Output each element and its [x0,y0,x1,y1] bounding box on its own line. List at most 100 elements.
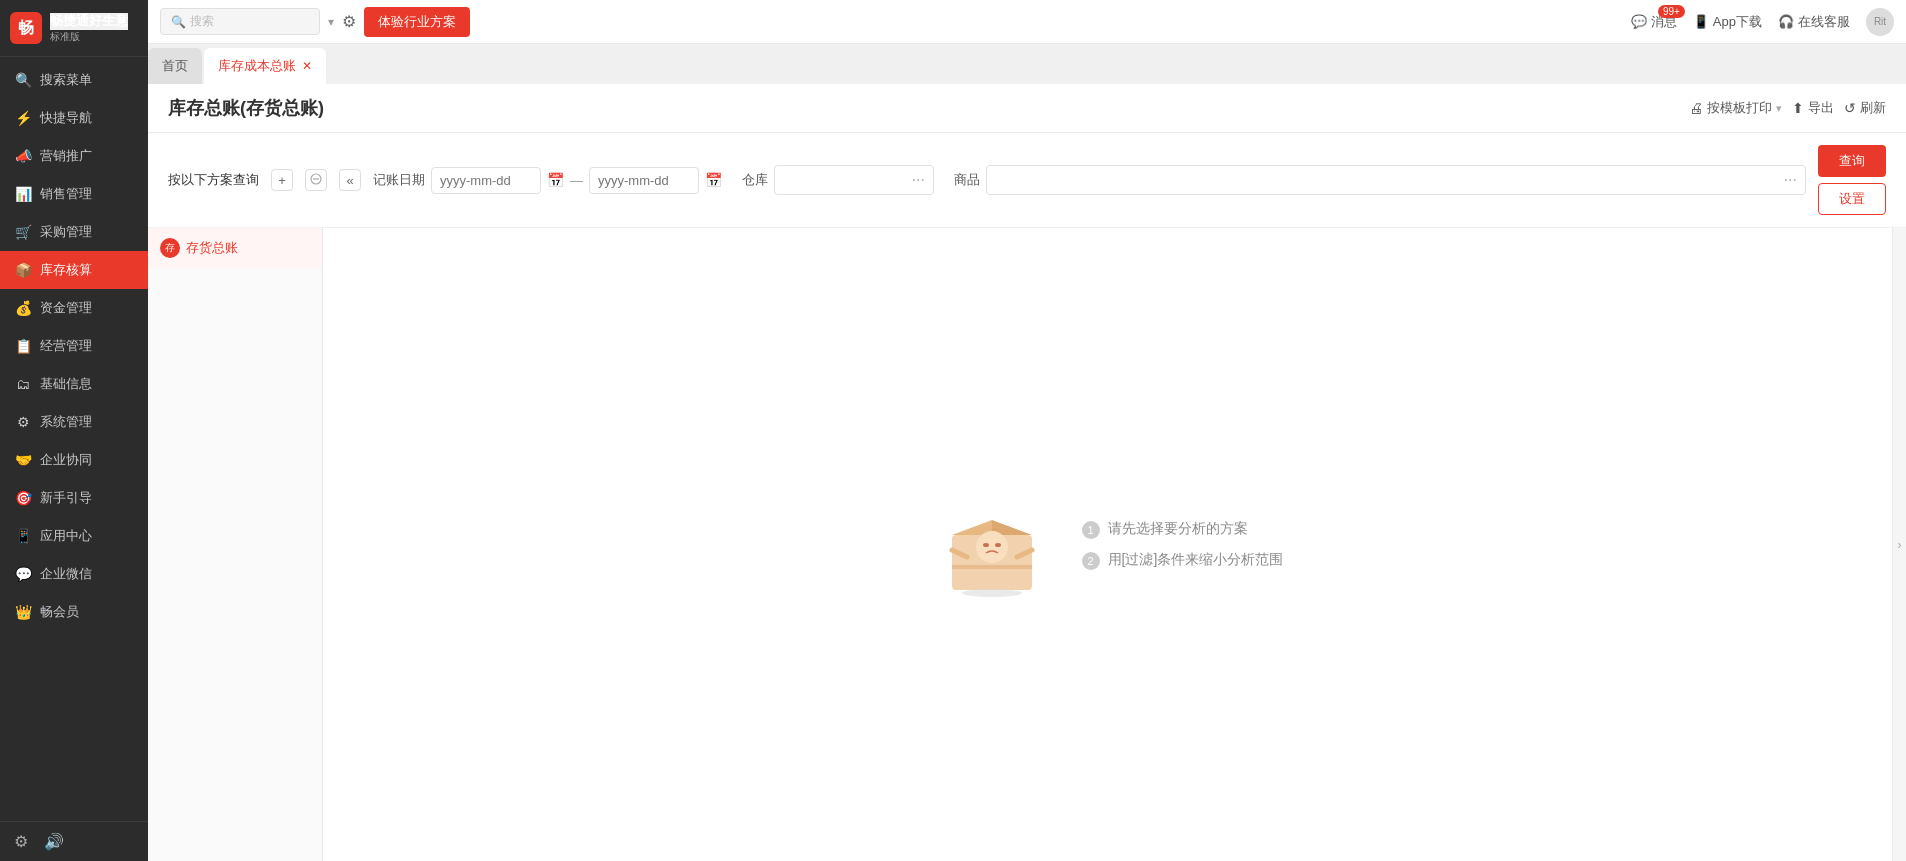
sidebar-item-inventory[interactable]: 📦 库存核算 [0,251,148,289]
hint-number-1: 1 [1082,521,1100,539]
main-area: 🔍 搜索 ▾ ⚙ 体验行业方案 💬 消息 99+ 📱 App下载 🎧 在线客服 … [148,0,1906,861]
refresh-btn[interactable]: ↺ 刷新 [1844,99,1886,117]
sidebar-bottom: ⚙ 🔊 [0,821,148,861]
sidebar-item-search[interactable]: 🔍 搜索菜单 [0,61,148,99]
warehouse-more-icon[interactable]: ··· [912,171,925,189]
sidebar-item-sales[interactable]: 📊 销售管理 [0,175,148,213]
topbar-settings-icon[interactable]: ⚙ [342,12,356,31]
menu-label-quick-nav: 快捷导航 [40,109,92,127]
empty-hint-1: 1 请先选择要分析的方案 [1082,520,1284,539]
print-template-label: 按模板打印 [1707,99,1772,117]
menu-label-finance: 资金管理 [40,299,92,317]
warehouse-select[interactable]: ··· [774,165,934,195]
svg-point-11 [962,589,1022,597]
menu-icon-finance: 💰 [14,299,32,317]
topbar-search-box[interactable]: 🔍 搜索 [160,8,320,35]
svg-point-6 [976,531,1008,563]
filter-del-btn[interactable] [305,169,327,191]
menu-icon-sales: 📊 [14,185,32,203]
message-badge: 99+ [1658,5,1685,18]
topbar-chevron-icon[interactable]: ▾ [328,15,334,29]
product-more-icon[interactable]: ··· [1784,171,1797,189]
topbar-right: 💬 消息 99+ 📱 App下载 🎧 在线客服 Rit [1631,8,1894,36]
app-download-icon: 📱 [1693,14,1709,29]
filter-del-icon [310,173,322,188]
filter-label: 按以下方案查询 [168,171,259,189]
tab-home[interactable]: 首页 [148,48,202,84]
date-separator: — [570,173,583,188]
menu-label-newbie: 新手引导 [40,489,92,507]
industry-btn[interactable]: 体验行业方案 [364,7,470,37]
sidebar-menu: 🔍 搜索菜单 ⚡ 快捷导航 📣 营销推广 📊 销售管理 🛒 采购管理 📦 库存核… [0,57,148,821]
sidebar-item-system[interactable]: ⚙ 系统管理 [0,403,148,441]
tab-inventory-ledger[interactable]: 库存成本总账✕ [204,48,326,84]
filter-row: 记账日期 📅 — 📅 仓库 ··· 商品 ··· [373,165,1806,195]
filter-collapse-btn[interactable]: « [339,169,361,191]
scheme-panel: 存 存货总账 [148,228,323,861]
hint-text-1: 请先选择要分析的方案 [1108,520,1248,538]
menu-icon-newbie: 🎯 [14,489,32,507]
menu-icon-system: ⚙ [14,413,32,431]
main-content: 1 请先选择要分析的方案 2 用[过滤]条件来缩小分析范围 [323,228,1892,861]
product-filter-label: 商品 [954,171,980,189]
sidebar-item-basic[interactable]: 🗂 基础信息 [0,365,148,403]
sidebar-item-marketing[interactable]: 📣 营销推广 [0,137,148,175]
sidebar-item-operations[interactable]: 📋 经营管理 [0,327,148,365]
print-chevron-icon[interactable]: ▾ [1776,102,1782,115]
menu-label-apps: 应用中心 [40,527,92,545]
menu-icon-operations: 📋 [14,337,32,355]
topbar-online-service[interactable]: 🎧 在线客服 [1778,13,1850,31]
search-placeholder-text: 搜索 [190,13,214,30]
print-template-btn[interactable]: 🖨 按模板打印 ▾ [1689,99,1782,117]
collapse-icon: « [346,173,353,188]
tab-close-inventory-ledger[interactable]: ✕ [302,59,312,73]
settings-bottom-icon[interactable]: ⚙ [14,832,28,851]
menu-label-system: 系统管理 [40,413,92,431]
hint-number-2: 2 [1082,552,1100,570]
topbar-message[interactable]: 💬 消息 99+ [1631,13,1677,31]
topbar-app-download[interactable]: 📱 App下载 [1693,13,1762,31]
scheme-item-inventory-ledger[interactable]: 存 存货总账 [148,228,322,268]
export-btn[interactable]: ⬆ 导出 [1792,99,1834,117]
svg-rect-5 [952,565,1032,569]
menu-label-inventory: 库存核算 [40,261,92,279]
date-end-input[interactable] [589,167,699,194]
sidebar-item-corp[interactable]: 🤝 企业协同 [0,441,148,479]
calendar-end-icon[interactable]: 📅 [705,172,722,188]
menu-icon-corp: 🤝 [14,451,32,469]
sidebar-item-purchase[interactable]: 🛒 采购管理 [0,213,148,251]
headset-icon: 🎧 [1778,14,1794,29]
sidebar-item-member[interactable]: 👑 畅会员 [0,593,148,631]
user-avatar[interactable]: Rit [1866,8,1894,36]
refresh-icon: ↺ [1844,100,1856,116]
logo-text: 畅捷通好生意 标准版 [50,13,128,43]
menu-icon-inventory: 📦 [14,261,32,279]
svg-point-7 [983,543,989,547]
empty-hints: 1 请先选择要分析的方案 2 用[过滤]条件来缩小分析范围 [1082,520,1284,570]
date-start-input[interactable] [431,167,541,194]
right-collapse-btn[interactable]: › [1892,228,1906,861]
volume-bottom-icon[interactable]: 🔊 [44,832,64,851]
scheme-icon-inventory-ledger: 存 [160,238,180,258]
query-btn[interactable]: 查询 [1818,145,1886,177]
calendar-start-icon[interactable]: 📅 [547,172,564,188]
right-arrow-icon: › [1898,538,1902,552]
sidebar-item-quick-nav[interactable]: ⚡ 快捷导航 [0,99,148,137]
empty-illustration [932,485,1052,605]
warehouse-filter-label: 仓库 [742,171,768,189]
sidebar-item-wechat[interactable]: 💬 企业微信 [0,555,148,593]
menu-icon-quick-nav: ⚡ [14,109,32,127]
menu-label-purchase: 采购管理 [40,223,92,241]
filter-add-btn[interactable]: + [271,169,293,191]
topbar-left: 🔍 搜索 ▾ ⚙ 体验行业方案 [160,7,1631,37]
menu-label-search: 搜索菜单 [40,71,92,89]
sidebar-item-apps[interactable]: 📱 应用中心 [0,517,148,555]
sidebar-item-newbie[interactable]: 🎯 新手引导 [0,479,148,517]
empty-state: 1 请先选择要分析的方案 2 用[过滤]条件来缩小分析范围 [323,228,1892,861]
page-header: 库存总账(存货总账) 🖨 按模板打印 ▾ ⬆ 导出 ↺ 刷新 [148,84,1906,133]
menu-icon-member: 👑 [14,603,32,621]
menu-label-member: 畅会员 [40,603,79,621]
product-select[interactable]: ··· [986,165,1806,195]
settings-btn[interactable]: 设置 [1818,183,1886,215]
sidebar-item-finance[interactable]: 💰 资金管理 [0,289,148,327]
